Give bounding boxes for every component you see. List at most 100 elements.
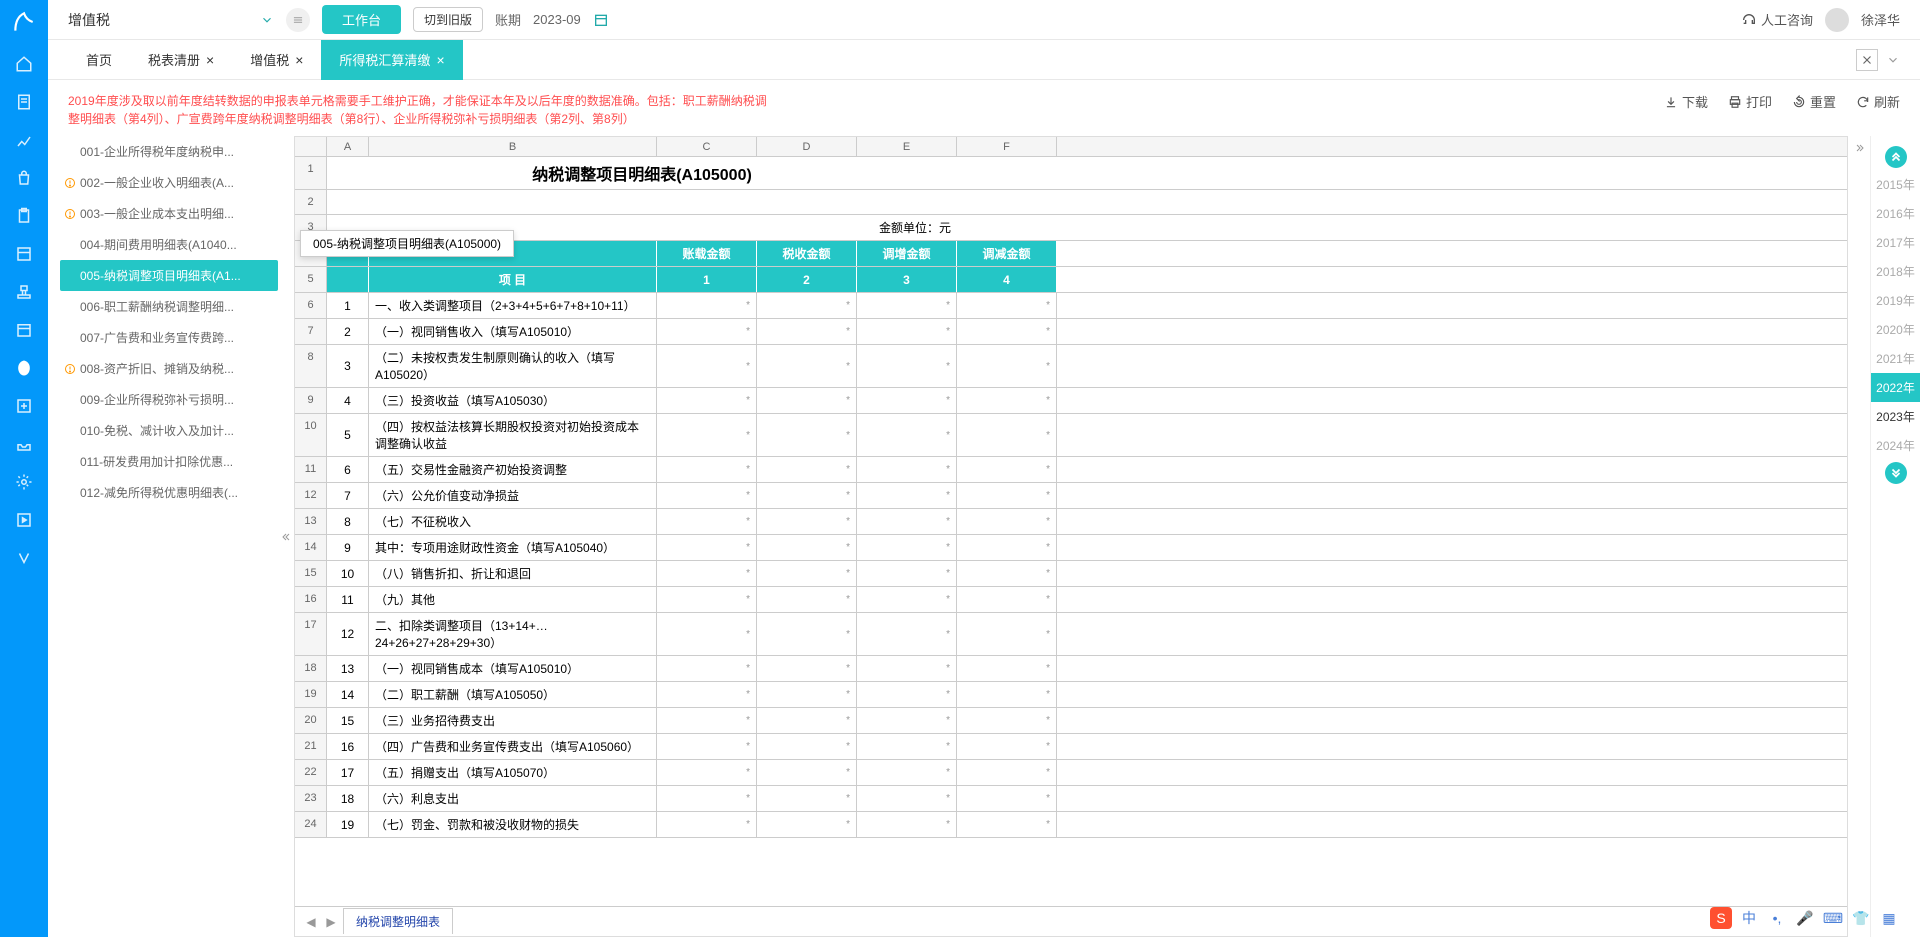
top-bar: 增值税 工作台 切到旧版 账期 2023-09 人工咨询 徐泽华 (48, 0, 1920, 40)
home-icon[interactable] (14, 54, 34, 74)
ime-grid-icon[interactable]: ▦ (1878, 907, 1900, 929)
active-sheet-tab[interactable]: 纳税调整明细表 (343, 908, 453, 934)
table-row: 94（三）投资收益（填写A105030） (295, 388, 1847, 414)
calendar-icon[interactable] (14, 320, 34, 340)
bag-icon[interactable] (14, 168, 34, 188)
subnav-item-4[interactable]: 005-纳税调整项目明细表(A1... (60, 260, 278, 291)
table-row: 2217（五）捐赠支出（填写A105070） (295, 760, 1847, 786)
ime-mic-icon[interactable]: 🎤 (1794, 907, 1816, 929)
old-version-button[interactable]: 切到旧版 (413, 7, 483, 32)
sheet-tabs: ◀ ▶ 纳税调整明细表 (295, 906, 1847, 936)
doc-icon[interactable] (14, 92, 34, 112)
year-item[interactable]: 2023年 (1871, 402, 1920, 431)
table-row: 72（一）视同销售收入（填写A105010） (295, 319, 1847, 345)
avatar[interactable] (1825, 8, 1849, 32)
list-button[interactable] (286, 8, 310, 32)
table-row: 4账载金额税收金额调增金额调减金额 (295, 241, 1847, 267)
year-item[interactable]: 2020年 (1871, 315, 1920, 344)
warning-icon (64, 177, 76, 189)
download-button[interactable]: 下载 (1664, 92, 1708, 111)
ime-punct-icon[interactable]: •, (1766, 907, 1788, 929)
table-row: 83（二）未按权责发生制原则确认的收入（填写A105020） (295, 345, 1847, 388)
subnav-item-10[interactable]: 011-研发费用加计扣除优惠... (60, 446, 278, 477)
subnav-item-5[interactable]: 006-职工薪酬纳税调整明细... (60, 291, 278, 322)
chevron-down-icon (260, 13, 274, 27)
year-scroll-up[interactable] (1885, 146, 1907, 168)
table-row: 138（七）不征税收入 (295, 509, 1847, 535)
subnav-item-2[interactable]: 003-一般企业成本支出明细... (60, 198, 278, 229)
ime-keyboard-icon[interactable]: ⌨ (1822, 907, 1844, 929)
year-item[interactable]: 2022年 (1871, 373, 1920, 402)
column-headers: A B C D E F (295, 137, 1847, 157)
table-row: 149 其中：专项用途财政性资金（填写A105040） (295, 535, 1847, 561)
year-item[interactable]: 2015年 (1871, 170, 1920, 199)
subnav-item-6[interactable]: 007-广告费和业务宣传费跨... (60, 322, 278, 353)
ime-bar: S 中 •, 🎤 ⌨ 👕 ▦ (1710, 907, 1900, 929)
subnav-item-11[interactable]: 012-减免所得税优惠明细表(... (60, 477, 278, 508)
table-row: 1914（二）职工薪酬（填写A105050） (295, 682, 1847, 708)
consult-link[interactable]: 人工咨询 (1741, 10, 1813, 29)
subnav-item-9[interactable]: 010-免税、减计收入及加计... (60, 415, 278, 446)
subnav-item-8[interactable]: 009-企业所得税弥补亏损明... (60, 384, 278, 415)
table-row: 127（六）公允价值变动净损益 (295, 483, 1847, 509)
table-row: 1712二、扣除类调整项目（13+14+…24+26+27+28+29+30） (295, 613, 1847, 656)
subnav-item-7[interactable]: 008-资产折旧、摊销及纳税... (60, 353, 278, 384)
tabs-overflow-icon[interactable] (1886, 53, 1900, 67)
workspace-button[interactable]: 工作台 (322, 5, 401, 34)
chart-icon[interactable] (14, 130, 34, 150)
period-value[interactable]: 2023-09 (533, 12, 581, 27)
sheet-next-icon[interactable]: ▶ (323, 915, 339, 929)
reset-button[interactable]: 重置 (1792, 92, 1836, 111)
print-button[interactable]: 打印 (1728, 92, 1772, 111)
username: 徐泽华 (1861, 10, 1900, 29)
tab-0[interactable]: 首页 (68, 40, 130, 80)
tab-close-icon[interactable]: × (436, 52, 444, 68)
inbox-icon[interactable] (14, 434, 34, 454)
table-row: 1813（一）视同销售成本（填写A105010） (295, 656, 1847, 682)
table-row: 2015（三）业务招待费支出 (295, 708, 1847, 734)
table-row: 61一、收入类调整项目（2+3+4+5+6+7+8+10+11） (295, 293, 1847, 319)
year-item[interactable]: 2019年 (1871, 286, 1920, 315)
clipboard-icon[interactable] (14, 206, 34, 226)
year-item[interactable]: 2016年 (1871, 199, 1920, 228)
v-icon[interactable] (14, 548, 34, 568)
tab-1[interactable]: 税表清册× (130, 40, 232, 80)
calendar-small-icon[interactable] (593, 12, 609, 28)
logo-icon (10, 8, 38, 36)
year-item[interactable]: 2021年 (1871, 344, 1920, 373)
table-row: 116（五）交易性金融资产初始投资调整 (295, 457, 1847, 483)
form-list-sidebar: 001-企业所得税年度纳税申...002-一般企业收入明细表(A...003-一… (48, 136, 278, 937)
subnav-item-1[interactable]: 002-一般企业收入明细表(A... (60, 167, 278, 198)
tab-2[interactable]: 增值税× (232, 40, 321, 80)
sidebar-collapse-handle[interactable] (278, 136, 294, 937)
headset-icon (1741, 12, 1757, 28)
year-item[interactable]: 2018年 (1871, 257, 1920, 286)
stamp-icon[interactable] (14, 282, 34, 302)
play-icon[interactable] (14, 510, 34, 530)
subnav-item-0[interactable]: 001-企业所得税年度纳税申... (60, 136, 278, 167)
settings-icon[interactable] (14, 472, 34, 492)
module-dropdown[interactable]: 增值税 (68, 10, 274, 30)
ime-shirt-icon[interactable]: 👕 (1850, 907, 1872, 929)
row-tooltip: 005-纳税调整项目明细表(A105000) (300, 230, 514, 257)
tab-bar: 首页税表清册×增值税×所得税汇算清缴× (48, 40, 1920, 80)
year-item[interactable]: 2017年 (1871, 228, 1920, 257)
refresh-button[interactable]: 刷新 (1856, 92, 1900, 111)
export-icon[interactable] (14, 396, 34, 416)
form-icon[interactable] (14, 244, 34, 264)
right-slim-rail (1852, 136, 1870, 937)
close-all-tabs-button[interactable] (1856, 49, 1878, 71)
sheet-prev-icon[interactable]: ◀ (303, 915, 319, 929)
subnav-item-3[interactable]: 004-期间费用明细表(A1040... (60, 229, 278, 260)
expand-right-icon[interactable] (1855, 142, 1867, 154)
tax-icon[interactable] (14, 358, 34, 378)
module-dropdown-value: 增值税 (68, 10, 110, 30)
year-scroll-down[interactable] (1885, 462, 1907, 484)
ime-logo-icon[interactable]: S (1710, 907, 1732, 929)
tab-close-icon[interactable]: × (295, 52, 303, 68)
year-item[interactable]: 2024年 (1871, 431, 1920, 460)
tab-close-icon[interactable]: × (206, 52, 214, 68)
table-row: 3金额单位：元 (295, 215, 1847, 241)
ime-lang-icon[interactable]: 中 (1738, 907, 1760, 929)
tab-3[interactable]: 所得税汇算清缴× (321, 40, 462, 80)
